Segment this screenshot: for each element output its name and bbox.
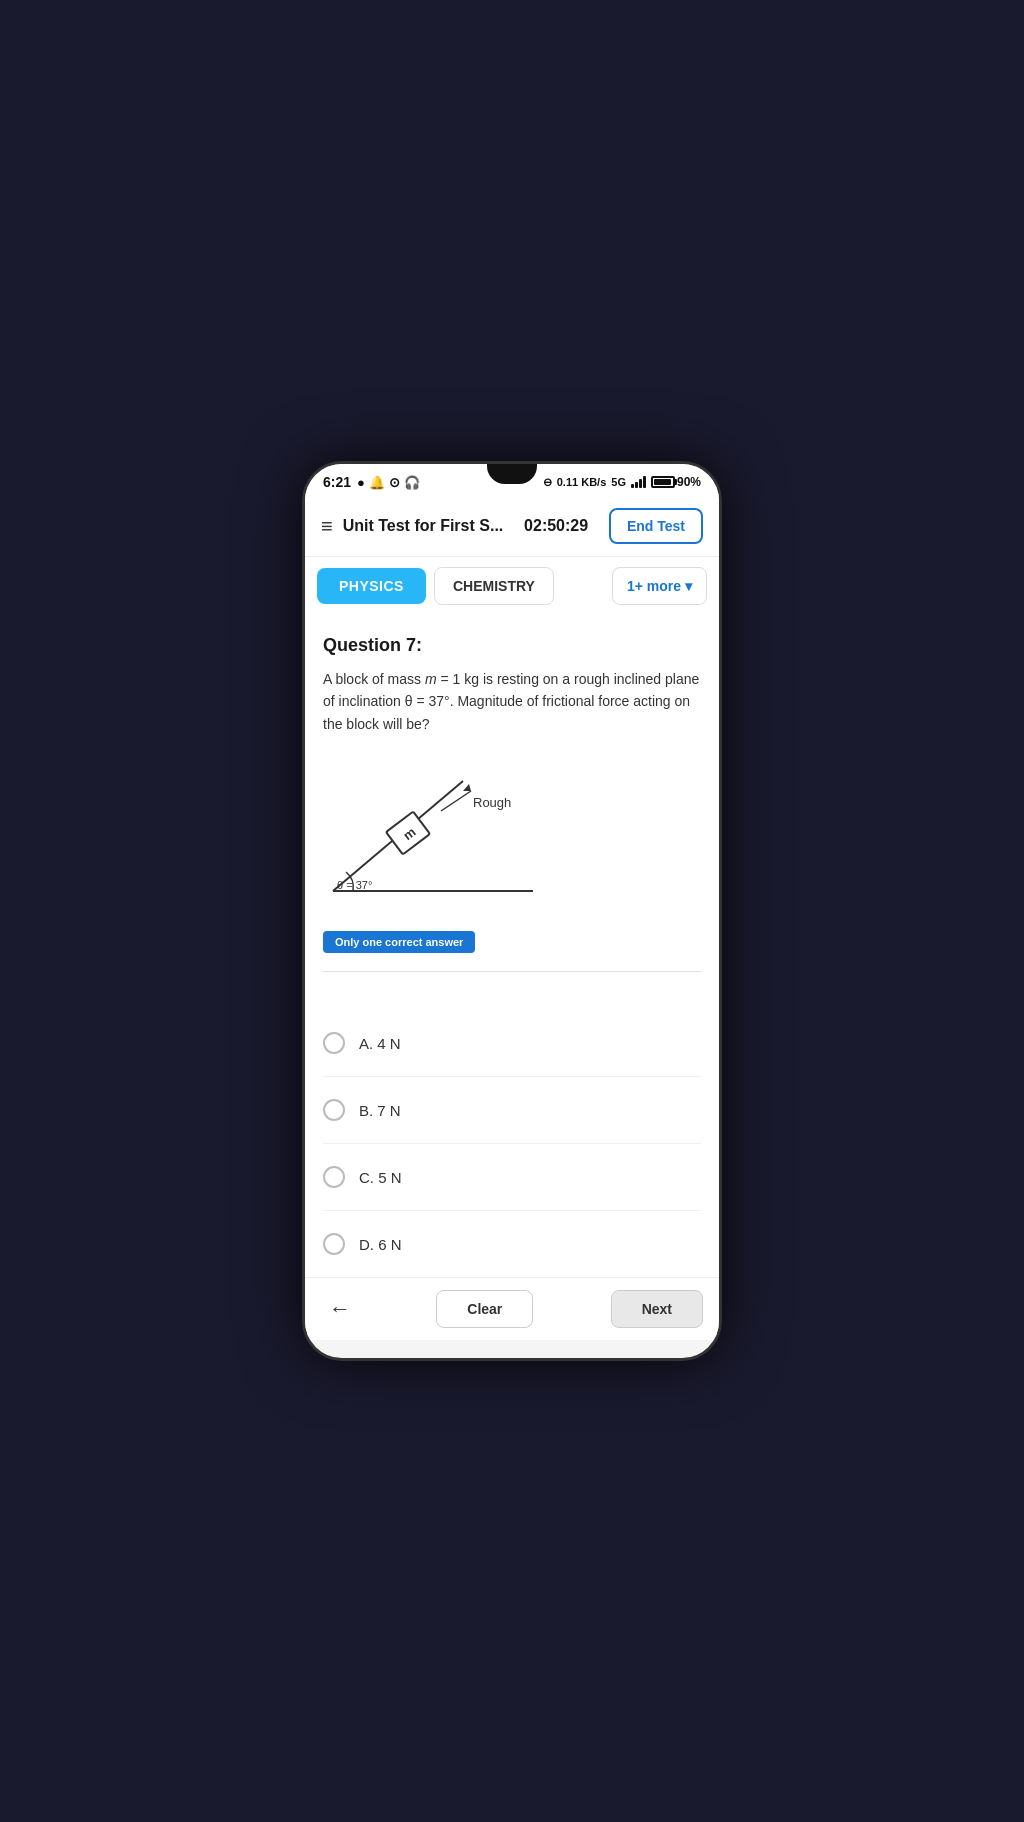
- signal-bars-icon: [631, 476, 646, 488]
- radio-button-a[interactable]: [323, 1032, 345, 1054]
- svg-marker-5: [463, 784, 471, 791]
- signal-dot-icon: ●: [357, 475, 365, 490]
- option-label-c: C. 5 N: [359, 1169, 402, 1186]
- option-item-c[interactable]: C. 5 N: [323, 1144, 701, 1211]
- bottom-bar: ← Clear Next: [305, 1277, 719, 1340]
- question-number: Question 7:: [323, 635, 701, 656]
- bell-icon: 🔔: [369, 475, 385, 490]
- status-icons: ● 🔔 ⊙ 🎧: [357, 475, 420, 490]
- header-left: ≡ Unit Test for First S...: [321, 515, 503, 538]
- option-label-d: D. 6 N: [359, 1236, 402, 1253]
- test-timer: 02:50:29: [524, 517, 588, 535]
- options-container: A. 4 N B. 7 N C. 5 N D. 6 N: [305, 1010, 719, 1277]
- incline-diagram: m Rough θ = 37°: [323, 751, 543, 911]
- network-icon: ⊖: [543, 476, 552, 489]
- option-item-a[interactable]: A. 4 N: [323, 1010, 701, 1077]
- network-speed: 0.11 KB/s: [557, 476, 607, 488]
- svg-line-4: [441, 791, 471, 811]
- subject-tabs: PHYSICS CHEMISTRY 1+ more ▾: [305, 557, 719, 615]
- network-type: 5G: [611, 476, 626, 488]
- option-label-a: A. 4 N: [359, 1035, 401, 1052]
- clear-button[interactable]: Clear: [436, 1290, 533, 1328]
- battery-percent: 90%: [677, 475, 701, 489]
- phone-frame: 6:21 ● 🔔 ⊙ 🎧 ⊖ 0.11 KB/s 5G 90%: [302, 461, 722, 1361]
- next-button[interactable]: Next: [611, 1290, 703, 1328]
- hamburger-icon[interactable]: ≡: [321, 515, 333, 538]
- question-text: A block of mass m = 1 kg is resting on a…: [323, 668, 701, 735]
- answer-type-badge: Only one correct answer: [323, 931, 475, 953]
- tab-physics[interactable]: PHYSICS: [317, 568, 426, 604]
- option-label-b: B. 7 N: [359, 1102, 401, 1119]
- main-content: Question 7: A block of mass m = 1 kg is …: [305, 615, 719, 1010]
- diagram-container: m Rough θ = 37°: [323, 751, 701, 911]
- radio-button-b[interactable]: [323, 1099, 345, 1121]
- tab-chemistry[interactable]: CHEMISTRY: [434, 567, 554, 605]
- radio-button-d[interactable]: [323, 1233, 345, 1255]
- tab-more[interactable]: 1+ more ▾: [612, 567, 707, 605]
- header-title: Unit Test for First S...: [343, 517, 504, 535]
- status-time: 6:21: [323, 474, 351, 490]
- tab-more-label: 1+ more: [627, 578, 681, 594]
- divider: [323, 971, 701, 972]
- option-item-d[interactable]: D. 6 N: [323, 1211, 701, 1277]
- end-test-button[interactable]: End Test: [609, 508, 703, 544]
- headphone-icon: 🎧: [404, 475, 420, 490]
- svg-text:Rough: Rough: [473, 795, 511, 810]
- chevron-down-icon: ▾: [685, 578, 692, 594]
- svg-text:θ = 37°: θ = 37°: [337, 879, 372, 891]
- status-right: ⊖ 0.11 KB/s 5G 90%: [543, 475, 701, 489]
- back-button[interactable]: ←: [321, 1292, 359, 1326]
- option-item-b[interactable]: B. 7 N: [323, 1077, 701, 1144]
- battery-icon: 90%: [651, 475, 701, 489]
- status-left: 6:21 ● 🔔 ⊙ 🎧: [323, 474, 420, 490]
- radio-button-c[interactable]: [323, 1166, 345, 1188]
- app-header: ≡ Unit Test for First S... 02:50:29 End …: [305, 496, 719, 557]
- circle-icon: ⊙: [389, 475, 400, 490]
